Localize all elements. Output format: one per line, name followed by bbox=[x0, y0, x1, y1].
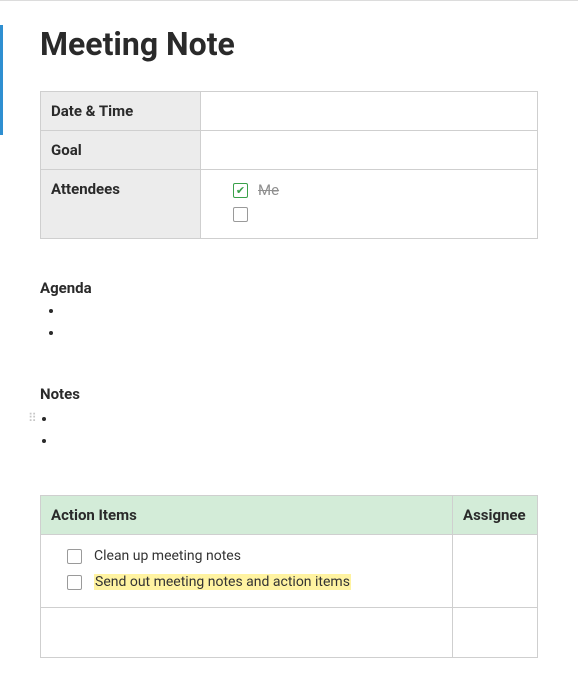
meta-value-datetime[interactable] bbox=[201, 92, 538, 131]
content: Meeting Note Date & Time Goal Attendees … bbox=[0, 1, 578, 658]
agenda-item-1[interactable] bbox=[64, 325, 538, 345]
agenda-heading: Agenda bbox=[40, 279, 538, 297]
meta-table: Date & Time Goal Attendees ✔ Me ✔ bbox=[40, 91, 538, 239]
notes-heading: Notes bbox=[40, 385, 538, 403]
action-item-0: ✔ Clean up meeting notes bbox=[67, 545, 442, 567]
action-items-empty-assignee[interactable] bbox=[453, 608, 538, 658]
meta-value-attendees[interactable]: ✔ Me ✔ bbox=[201, 170, 538, 239]
page: Meeting Note Date & Time Goal Attendees … bbox=[0, 0, 578, 685]
meta-label-attendees: Attendees bbox=[41, 170, 201, 239]
attendee-line-0: ✔ Me bbox=[233, 180, 527, 200]
action-items-header-assignee: Assignee bbox=[453, 496, 538, 535]
action-items-table: Action Items Assignee ✔ Clean up meeting… bbox=[40, 495, 538, 658]
action-item-label-0[interactable]: Clean up meeting notes bbox=[94, 548, 241, 564]
meta-row-goal: Goal bbox=[41, 131, 538, 170]
action-items-header-row: Action Items Assignee bbox=[41, 496, 538, 535]
drag-handle-icon[interactable]: ⠿ bbox=[28, 411, 37, 425]
action-items-cell[interactable]: ✔ Clean up meeting notes ✔ Send out meet… bbox=[41, 535, 453, 608]
attendee-line-1: ✔ bbox=[233, 204, 527, 224]
meta-label-goal: Goal bbox=[41, 131, 201, 170]
action-items-assignee-cell[interactable] bbox=[453, 535, 538, 608]
action-item-checkbox-1[interactable]: ✔ bbox=[67, 575, 82, 590]
attendee-checkbox-1[interactable]: ✔ bbox=[233, 207, 248, 222]
action-item-1: ✔ Send out meeting notes and action item… bbox=[67, 571, 442, 593]
action-items-body-row: ✔ Clean up meeting notes ✔ Send out meet… bbox=[41, 535, 538, 608]
attendee-checkbox-0[interactable]: ✔ bbox=[233, 183, 248, 198]
meta-value-goal[interactable] bbox=[201, 131, 538, 170]
meta-label-datetime: Date & Time bbox=[41, 92, 201, 131]
action-items-empty-row bbox=[41, 608, 538, 658]
action-items-empty-cell[interactable] bbox=[41, 608, 453, 658]
notes-wrap: ⠿ bbox=[40, 409, 538, 455]
action-item-checkbox-0[interactable]: ✔ bbox=[67, 549, 82, 564]
attendee-label-0[interactable]: Me bbox=[258, 181, 279, 199]
agenda-item-0[interactable] bbox=[64, 303, 538, 323]
meta-row-attendees: Attendees ✔ Me ✔ bbox=[41, 170, 538, 239]
page-title[interactable]: Meeting Note bbox=[40, 25, 538, 63]
accent-bar bbox=[0, 25, 3, 135]
action-items-header-items: Action Items bbox=[41, 496, 453, 535]
agenda-list bbox=[64, 303, 538, 345]
action-item-label-1[interactable]: Send out meeting notes and action items bbox=[94, 574, 351, 590]
meta-row-datetime: Date & Time bbox=[41, 92, 538, 131]
